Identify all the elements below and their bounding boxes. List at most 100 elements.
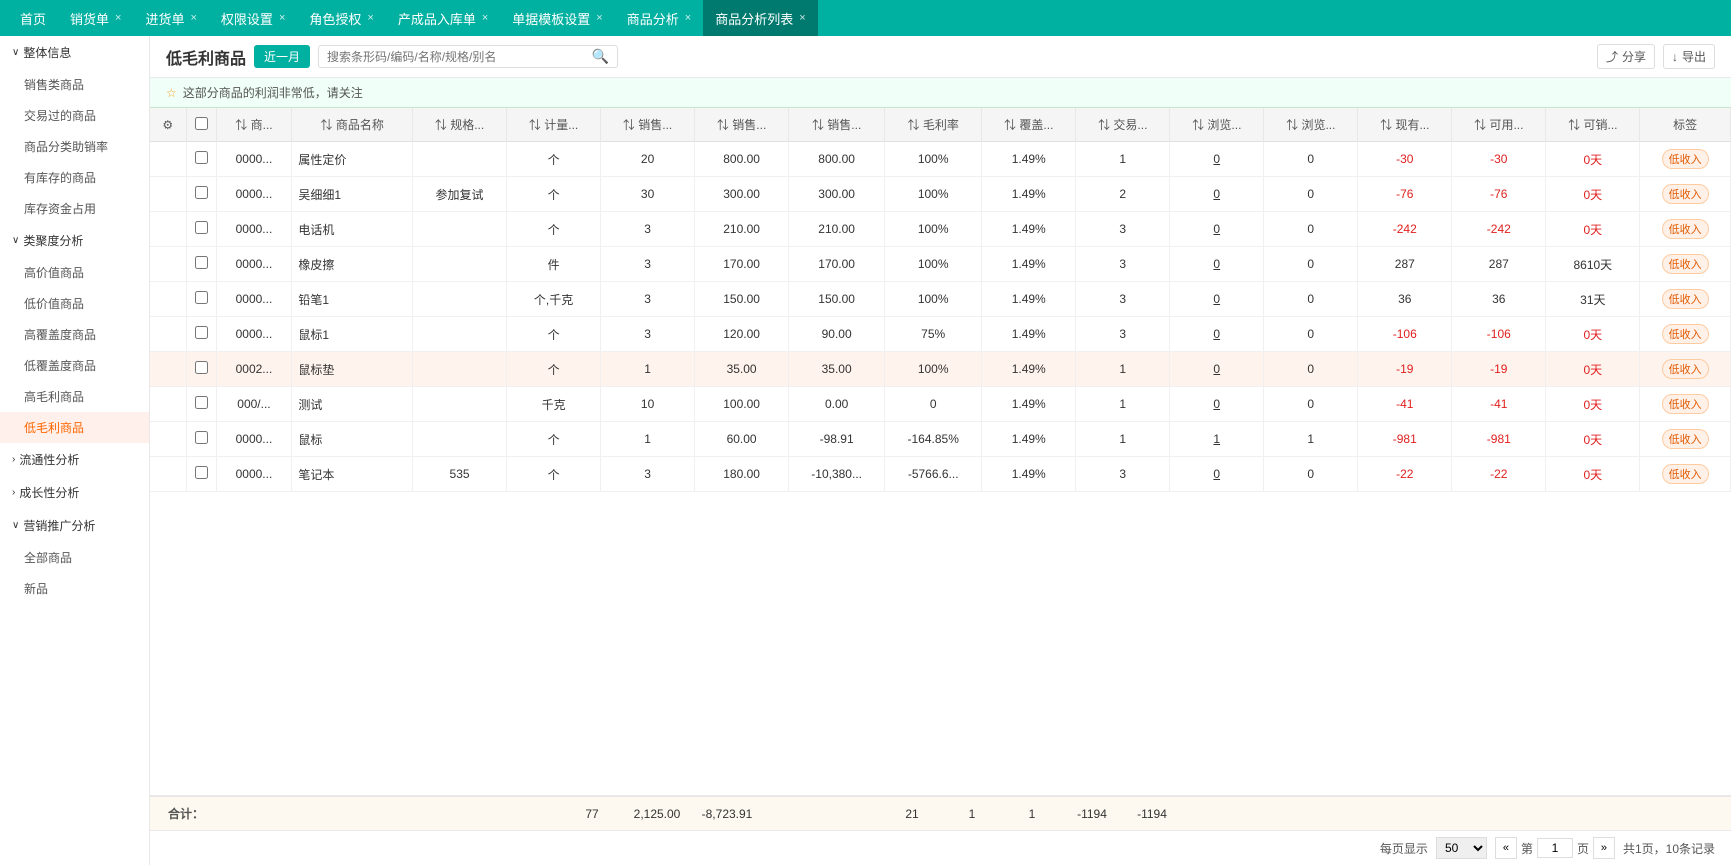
cell-checkbox[interactable] [186,142,216,177]
export-button[interactable]: ↓ 导出 [1663,44,1715,69]
sidebar-group-overall[interactable]: ∨ 整体信息 [0,36,149,69]
sidebar-group-marketing[interactable]: ∨ 营销推广分析 [0,509,149,542]
cell-checkbox[interactable] [186,282,216,317]
nav-analysis-list[interactable]: 商品分析列表 × [703,0,817,36]
cell-browse1[interactable]: 0 [1170,142,1264,177]
nav-analysis[interactable]: 商品分析 × [615,0,703,36]
close-icon[interactable]: × [596,12,602,24]
browse-link[interactable]: 0 [1213,467,1220,481]
cell-browse1[interactable]: 0 [1170,247,1264,282]
sort-icon[interactable]: ⇅ [1098,118,1110,132]
sidebar-item-stock-capital[interactable]: 库存资金占用 [0,193,149,224]
sidebar-item-high-margin[interactable]: 高毛利商品 [0,381,149,412]
browse-link[interactable]: 0 [1213,397,1220,411]
close-icon[interactable]: × [190,12,196,24]
cell-browse1[interactable]: 1 [1170,422,1264,457]
sort-icon[interactable]: ⇅ [321,118,333,132]
browse-link[interactable]: 1 [1213,432,1220,446]
filter-btn[interactable]: 近一月 [254,45,310,68]
sidebar-item-low-coverage[interactable]: 低覆盖度商品 [0,350,149,381]
sidebar-item-all-products[interactable]: 全部商品 [0,542,149,573]
nav-home[interactable]: 首页 [8,0,58,36]
close-icon[interactable]: × [115,12,121,24]
browse-link[interactable]: 0 [1213,152,1220,166]
row-checkbox[interactable] [195,361,208,374]
nav-product-entry[interactable]: 产成品入库单 × [386,0,500,36]
sort-icon[interactable]: ⇅ [529,118,541,132]
row-checkbox[interactable] [195,431,208,444]
row-checkbox[interactable] [195,396,208,409]
row-checkbox[interactable] [195,151,208,164]
sort-icon[interactable]: ⇅ [1380,118,1392,132]
cell-browse1[interactable]: 0 [1170,352,1264,387]
cell-browse1[interactable]: 0 [1170,282,1264,317]
sort-icon[interactable]: ⇅ [908,118,920,132]
cell-browse1[interactable]: 0 [1170,317,1264,352]
sidebar-item-traded-products[interactable]: 交易过的商品 [0,100,149,131]
sidebar-group-cluster[interactable]: ∨ 类聚度分析 [0,224,149,257]
sort-icon[interactable]: ⇅ [812,118,824,132]
cell-checkbox[interactable] [186,352,216,387]
sort-icon[interactable]: ⇅ [1474,118,1486,132]
close-icon[interactable]: × [799,12,805,24]
sidebar-item-new-products[interactable]: 新品 [0,573,149,604]
browse-link[interactable]: 0 [1213,222,1220,236]
sort-icon[interactable]: ⇅ [1568,118,1580,132]
search-input[interactable] [327,50,592,64]
row-checkbox[interactable] [195,221,208,234]
sidebar-item-in-stock[interactable]: 有库存的商品 [0,162,149,193]
cell-checkbox[interactable] [186,247,216,282]
row-checkbox[interactable] [195,291,208,304]
next-page-btn[interactable]: » [1593,837,1615,859]
close-icon[interactable]: × [482,12,488,24]
search-box[interactable]: 🔍 [318,45,618,68]
browse-link[interactable]: 0 [1213,257,1220,271]
cell-browse1[interactable]: 0 [1170,177,1264,212]
page-input[interactable] [1537,838,1573,858]
select-all-checkbox[interactable] [195,117,208,130]
nav-roles[interactable]: 角色授权 × [297,0,385,36]
sort-icon[interactable]: ⇅ [1192,118,1204,132]
browse-link[interactable]: 0 [1213,362,1220,376]
sort-icon[interactable]: ⇅ [623,118,635,132]
sort-icon[interactable]: ⇅ [235,118,247,132]
browse-link[interactable]: 0 [1213,327,1220,341]
browse-link[interactable]: 0 [1213,187,1220,201]
sort-icon[interactable]: ⇅ [1286,118,1298,132]
close-icon[interactable]: × [685,12,691,24]
cell-checkbox[interactable] [186,212,216,247]
sidebar-item-low-value[interactable]: 低价值商品 [0,288,149,319]
cell-checkbox[interactable] [186,317,216,352]
sort-icon[interactable]: ⇅ [1004,118,1016,132]
share-button[interactable]: ⤴ 分享 [1597,44,1655,69]
per-page-select[interactable]: 50 100 200 [1436,837,1487,859]
sidebar-item-low-margin[interactable]: 低毛利商品 [0,412,149,443]
nav-permissions[interactable]: 权限设置 × [209,0,297,36]
table-container[interactable]: ⚙ ⇅ 商... ⇅ 商品名称 ⇅ 规格... ⇅ 计量... ⇅ 销售... … [150,108,1731,795]
sidebar-group-growth[interactable]: › 成长性分析 [0,476,149,509]
row-checkbox[interactable] [195,466,208,479]
cell-browse1[interactable]: 0 [1170,457,1264,492]
sidebar-item-sales-products[interactable]: 销售类商品 [0,69,149,100]
sidebar-item-high-value[interactable]: 高价值商品 [0,257,149,288]
cell-browse1[interactable]: 0 [1170,387,1264,422]
prev-page-btn[interactable]: « [1495,837,1517,859]
sort-icon[interactable]: ⇅ [717,118,729,132]
col-settings[interactable]: ⚙ [150,108,186,142]
cell-browse1[interactable]: 0 [1170,212,1264,247]
nav-template[interactable]: 单据模板设置 × [500,0,614,36]
col-checkbox[interactable] [186,108,216,142]
close-icon[interactable]: × [279,12,285,24]
cell-checkbox[interactable] [186,387,216,422]
nav-sales[interactable]: 销货单 × [58,0,133,36]
row-checkbox[interactable] [195,256,208,269]
cell-checkbox[interactable] [186,177,216,212]
cell-checkbox[interactable] [186,422,216,457]
browse-link[interactable]: 0 [1213,292,1220,306]
nav-purchase[interactable]: 进货单 × [133,0,208,36]
row-checkbox[interactable] [195,326,208,339]
close-icon[interactable]: × [367,12,373,24]
row-checkbox[interactable] [195,186,208,199]
cell-checkbox[interactable] [186,457,216,492]
sidebar-group-flow[interactable]: › 流通性分析 [0,443,149,476]
